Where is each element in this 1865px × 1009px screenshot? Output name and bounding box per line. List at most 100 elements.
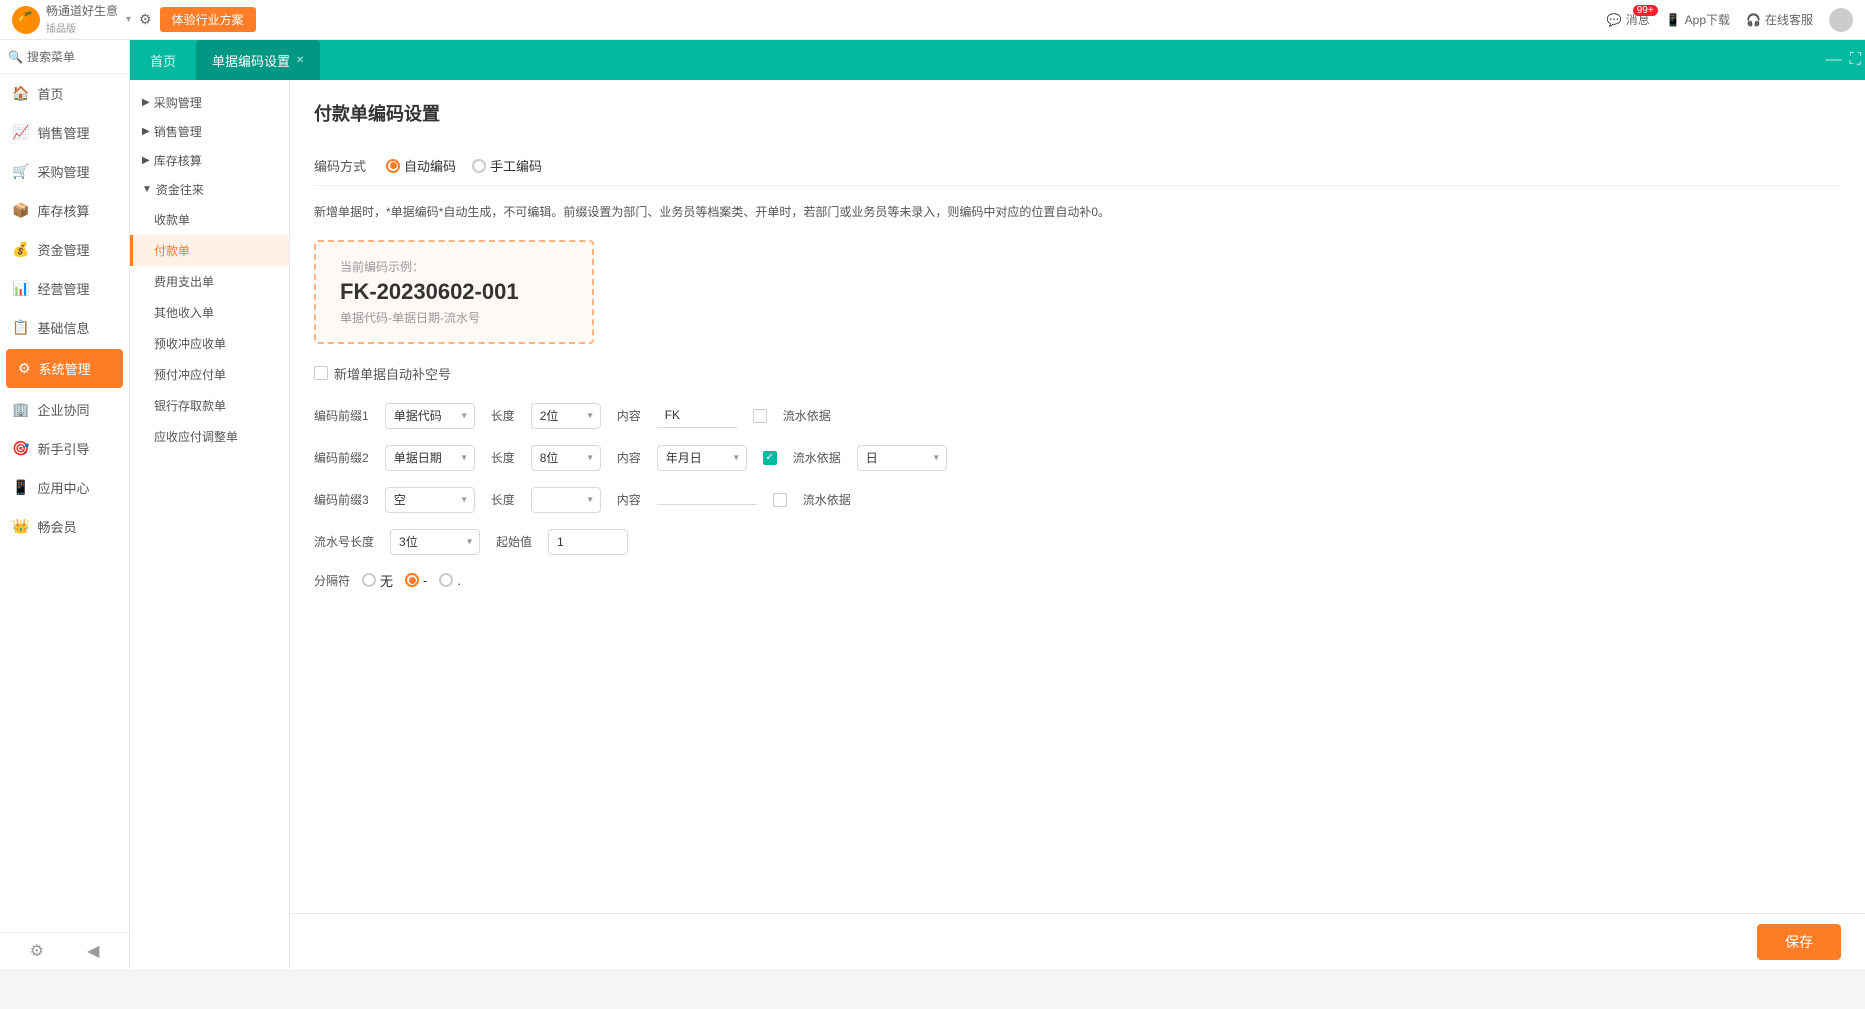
top-bar-right: 💬 消息 99+ 📱 App下载 🎧 在线客服: [1607, 8, 1853, 32]
prefix1-select[interactable]: 单据代码: [385, 403, 475, 429]
tab-serial-setting[interactable]: 单据编码设置 ✕: [196, 40, 320, 80]
sidebar-item-enterprise[interactable]: 🏢 企业协同: [0, 390, 129, 429]
online-service-btn[interactable]: 🎧 在线客服: [1746, 11, 1813, 28]
coding-method-row: 编码方式 自动编码 手工编码: [314, 146, 1841, 186]
finance-icon: 💰: [12, 241, 29, 258]
sub-nav-item-receipt[interactable]: 收款单: [130, 204, 289, 235]
sub-nav-item-advance-collection[interactable]: 预收冲应收单: [130, 328, 289, 359]
message-btn[interactable]: 💬 消息 99+: [1607, 11, 1650, 28]
separator-dot-radio[interactable]: .: [439, 573, 461, 588]
sub-nav-item-bank-deposit[interactable]: 银行存取款单: [130, 390, 289, 421]
sidebar-item-label: 应用中心: [37, 478, 89, 497]
sidebar-item-label: 采购管理: [37, 162, 89, 181]
manual-code-label: 手工编码: [490, 156, 542, 175]
sub-nav-item-other-income[interactable]: 其他收入单: [130, 297, 289, 328]
sidebar-item-member[interactable]: 👑 畅会员: [0, 507, 129, 546]
tab-home[interactable]: 首页: [134, 40, 192, 80]
prefix1-serial-checkbox[interactable]: [753, 409, 767, 423]
sidebar-item-finance[interactable]: 💰 资金管理: [0, 230, 129, 269]
auto-fill-checkbox[interactable]: [314, 366, 328, 380]
sub-nav-capital-flow[interactable]: ▼ 资金往来: [130, 175, 289, 204]
chevron-right-icon: ▶: [142, 155, 150, 166]
sidebar-search[interactable]: 🔍 搜索菜单: [0, 40, 129, 74]
avatar[interactable]: [1829, 8, 1853, 32]
sub-nav-group-label: 库存核算: [154, 152, 202, 169]
prefix3-serial-checkbox[interactable]: [773, 493, 787, 507]
experience-btn[interactable]: 体验行业方案: [160, 7, 256, 32]
sub-nav-group-label: 资金往来: [156, 181, 204, 198]
serial-length-select[interactable]: 3位: [390, 529, 480, 555]
prefix1-length-select[interactable]: 2位: [531, 403, 601, 429]
tab-maximize-icon[interactable]: ⛶: [1850, 51, 1861, 69]
prefix2-row: 编码前缀2 单据日期 长度 8位 内容: [314, 445, 1841, 471]
auto-code-radio-circle: [386, 159, 400, 173]
gear-icon[interactable]: ⚙: [139, 11, 152, 28]
prefix3-length-select[interactable]: [531, 487, 601, 513]
separator-dot-circle: [439, 573, 453, 587]
tab-close-icon[interactable]: ✕: [296, 55, 304, 66]
prefix2-content-select[interactable]: 年月日: [657, 445, 747, 471]
info-text: 新增单据时，*单据编码*自动生成，不可编辑。前缀设置为部门、业务员等档案类、开单…: [314, 202, 1841, 224]
message-badge: 99+: [1633, 5, 1658, 16]
dropdown-arrow-icon[interactable]: ▾: [126, 14, 131, 25]
main: 首页 单据编码设置 ✕ — ⛶ ▶ 采购管理 ▶ 销售管理 ▶ 库存核算: [130, 40, 1865, 969]
sidebar-item-sales[interactable]: 📈 销售管理: [0, 113, 129, 152]
sidebar-item-basic[interactable]: 📋 基础信息: [0, 308, 129, 347]
enterprise-icon: 🏢: [12, 401, 29, 418]
sub-nav-item-advance-payment[interactable]: 预付冲应付单: [130, 359, 289, 390]
sidebar-item-label: 销售管理: [37, 123, 89, 142]
start-value-input[interactable]: [548, 529, 628, 555]
auto-code-label: 自动编码: [404, 156, 456, 175]
separator-none-radio[interactable]: 无: [362, 571, 393, 590]
prefix2-label: 编码前缀2: [314, 449, 369, 466]
prefix2-select[interactable]: 单据日期: [385, 445, 475, 471]
serial-length-wrapper: 3位: [390, 529, 480, 555]
prefix2-length-select[interactable]: 8位: [531, 445, 601, 471]
sub-nav-purchase-mgmt[interactable]: ▶ 采购管理: [130, 88, 289, 117]
main-content: 付款单编码设置 编码方式 自动编码 手工编码: [290, 80, 1865, 913]
sidebar-bottom: ⚙ ◀: [0, 932, 129, 969]
prefix3-length-label: 长度: [491, 491, 515, 508]
sidebar-item-system[interactable]: ⚙ 系统管理: [6, 349, 123, 388]
separator-dash-radio[interactable]: -: [405, 573, 427, 588]
sub-nav-item-expense[interactable]: 费用支出单: [130, 266, 289, 297]
separator-dot-label: .: [457, 573, 461, 588]
save-button[interactable]: 保存: [1757, 924, 1841, 960]
tab-bar-right: — ⛶: [1826, 51, 1861, 69]
prefix3-select-wrapper: 空: [385, 487, 475, 513]
sidebar-item-operations[interactable]: 📊 经营管理: [0, 269, 129, 308]
sidebar-item-label: 经营管理: [37, 279, 89, 298]
collapse-icon[interactable]: ◀: [87, 941, 99, 961]
settings-bottom-icon[interactable]: ⚙: [30, 941, 44, 961]
sidebar-item-purchase[interactable]: 🛒 采购管理: [0, 152, 129, 191]
prefix3-select[interactable]: 空: [385, 487, 475, 513]
prefix2-period-select[interactable]: 日: [857, 445, 947, 471]
prefix3-serial-label: 流水依据: [803, 491, 851, 508]
sidebar-item-apps[interactable]: 📱 应用中心: [0, 468, 129, 507]
prefix2-content-label: 内容: [617, 449, 641, 466]
prefix3-length-wrapper: [531, 487, 601, 513]
sidebar-item-home[interactable]: 🏠 首页: [0, 74, 129, 113]
separator-dash-circle: [405, 573, 419, 587]
prefix2-serial-checkbox[interactable]: ✓: [763, 451, 777, 465]
sidebar-item-newbie[interactable]: 🎯 新手引导: [0, 429, 129, 468]
sidebar-item-label: 库存核算: [37, 201, 89, 220]
sub-nav-sales-mgmt[interactable]: ▶ 销售管理: [130, 117, 289, 146]
manual-code-radio[interactable]: 手工编码: [472, 156, 542, 175]
sidebar-item-label: 畅会员: [37, 517, 76, 536]
message-icon: 💬: [1607, 13, 1622, 27]
prefix2-serial-label: 流水依据: [793, 449, 841, 466]
tab-minimize-icon[interactable]: —: [1826, 51, 1842, 69]
online-service-label: 在线客服: [1765, 11, 1813, 28]
auto-code-radio[interactable]: 自动编码: [386, 156, 456, 175]
app-download-label: App下载: [1685, 11, 1730, 28]
top-bar-left: 🍊 畅通道好生意 插品版 ▾ ⚙ 体验行业方案: [12, 4, 256, 35]
prefix1-select-wrapper: 单据代码: [385, 403, 475, 429]
sidebar-item-inventory[interactable]: 📦 库存核算: [0, 191, 129, 230]
sub-nav-inventory-calc[interactable]: ▶ 库存核算: [130, 146, 289, 175]
member-icon: 👑: [12, 518, 29, 535]
sub-nav-item-payment[interactable]: 付款单: [130, 235, 289, 266]
app-download-btn[interactable]: 📱 App下载: [1666, 11, 1730, 28]
sales-icon: 📈: [12, 124, 29, 141]
sub-nav-item-ar-ap-adjust[interactable]: 应收应付调整单: [130, 421, 289, 452]
